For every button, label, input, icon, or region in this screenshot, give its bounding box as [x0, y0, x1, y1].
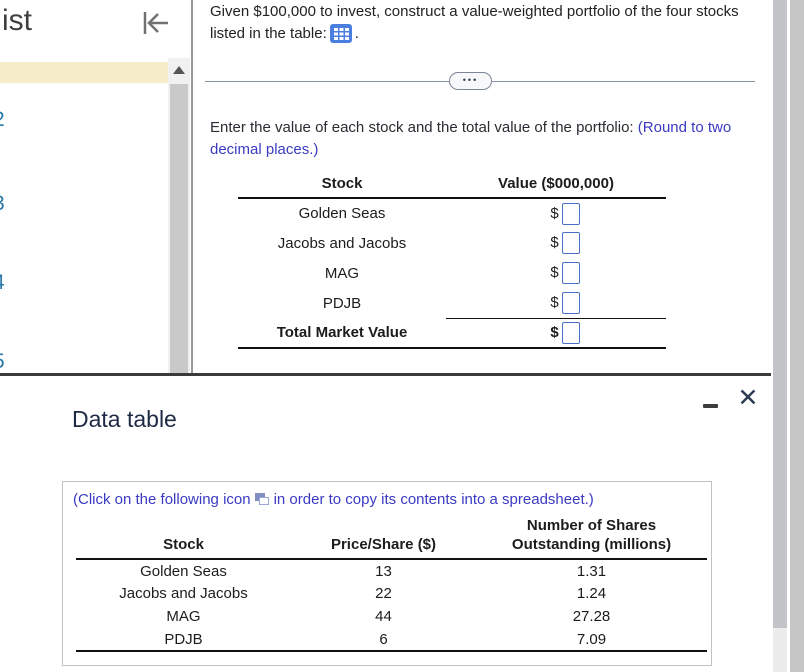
question-list-item-3[interactable]: 3 — [0, 192, 13, 216]
data-col-stock: Stock — [76, 516, 291, 560]
answer-col-value: Value ($000,000) — [446, 172, 666, 199]
table-row: Golden Seas $ — [238, 198, 666, 228]
table-grid-icon[interactable] — [329, 24, 352, 43]
question-list-panel: ist 2 3 4 5 — [0, 0, 168, 373]
stock-name: MAG — [324, 264, 360, 282]
question-list-scrollbar-thumb[interactable] — [170, 84, 188, 373]
question-prompt: Given $100,000 to invest, construct a va… — [210, 1, 762, 45]
price-value: 13 — [375, 562, 392, 580]
stock-name: Jacobs and Jacobs — [119, 585, 248, 602]
question-list-item-2[interactable]: 2 — [0, 108, 13, 132]
table-row: MAG $ — [238, 258, 666, 288]
shares-value: 1.24 — [576, 585, 607, 602]
minimize-icon — [703, 404, 718, 408]
popup-content-box: (Click on the following icon in order to … — [62, 481, 712, 666]
stock-name: PDJB — [322, 294, 362, 312]
section-expander-button[interactable]: ••• — [449, 72, 492, 90]
content-scrollbar-thumb[interactable] — [773, 0, 787, 628]
price-value: 22 — [375, 585, 392, 602]
copy-hint-after: in order to copy its contents into a spr… — [273, 491, 594, 508]
value-input-golden-seas[interactable] — [561, 202, 580, 225]
collapse-left-icon — [143, 12, 168, 34]
stock-name: Golden Seas — [298, 205, 386, 222]
value-input-total[interactable] — [561, 321, 580, 344]
data-col-shares: Number of Shares Outstanding (millions) — [476, 516, 707, 560]
page: ist 2 3 4 5 Given $100,000 to invest, co… — [0, 0, 804, 672]
value-input-mag[interactable] — [561, 262, 580, 284]
currency-symbol: $ — [550, 233, 559, 251]
shares-value: 27.28 — [572, 608, 611, 625]
question-list-title: ist — [2, 4, 32, 37]
currency-symbol: $ — [550, 204, 559, 222]
total-row: Total Market Value $ — [238, 317, 666, 349]
price-value: 6 — [291, 628, 476, 652]
answer-instruction: Enter the value of each stock and the to… — [210, 117, 766, 161]
close-icon: ✕ — [737, 383, 759, 412]
answer-col-stock: Stock — [238, 172, 446, 199]
stock-name: PDJB — [76, 628, 291, 652]
question-list-scrollbar[interactable] — [168, 58, 190, 373]
question-content: Given $100,000 to invest, construct a va… — [193, 0, 773, 373]
price-value: 44 — [375, 608, 392, 625]
answer-table: Stock Value ($000,000) Golden Seas $ Jac… — [238, 172, 666, 349]
stock-name: Jacobs and Jacobs — [277, 234, 407, 252]
table-row: Golden Seas 13 1.31 — [76, 559, 707, 582]
shares-value: 1.31 — [576, 562, 607, 580]
content-scrollbar[interactable] — [773, 0, 787, 672]
close-button[interactable]: ✕ — [734, 384, 762, 412]
currency-symbol: $ — [550, 263, 559, 281]
shares-value: 7.09 — [476, 628, 707, 652]
table-row: PDJB $ — [238, 288, 666, 318]
copy-to-spreadsheet-icon[interactable] — [254, 493, 270, 506]
table-row: MAG 44 27.28 — [76, 605, 707, 628]
instruction-text: Enter the value of each stock and the to… — [210, 119, 638, 136]
question-prompt-period: . — [354, 25, 359, 42]
table-row: Jacobs and Jacobs $ — [238, 228, 666, 258]
table-row: PDJB 6 7.09 — [76, 628, 707, 652]
question-list-item-4[interactable]: 4 — [0, 271, 13, 295]
table-row: Jacobs and Jacobs 22 1.24 — [76, 582, 707, 605]
selected-question-highlight[interactable] — [0, 62, 168, 83]
currency-symbol: $ — [550, 323, 559, 341]
copy-hint-before: (Click on the following icon — [73, 491, 251, 508]
page-scrollbar[interactable] — [790, 0, 804, 672]
popup-title: Data table — [72, 406, 177, 432]
currency-symbol: $ — [550, 293, 559, 311]
stock-name: MAG — [166, 608, 201, 625]
value-input-pdjb[interactable] — [561, 291, 580, 314]
value-input-jacobs[interactable] — [561, 232, 580, 254]
data-table-popup: Data table ✕ (Click on the following ico… — [0, 373, 771, 672]
question-prompt-text: Given $100,000 to invest, construct a va… — [210, 3, 739, 42]
question-list-item-5[interactable]: 5 — [0, 350, 13, 373]
scroll-up-icon[interactable] — [173, 66, 185, 74]
page-scrollbar-thumb[interactable] — [790, 0, 804, 672]
data-table: Stock Price/Share ($) Number of Shares Ou… — [76, 516, 707, 652]
collapse-panel-button[interactable] — [141, 8, 168, 38]
stock-name: Golden Seas — [140, 562, 227, 580]
copy-hint: (Click on the following icon in order to … — [73, 491, 594, 508]
minimize-button[interactable] — [700, 398, 722, 414]
data-col-price: Price/Share ($) — [291, 516, 476, 560]
total-label: Total Market Value — [238, 318, 446, 349]
